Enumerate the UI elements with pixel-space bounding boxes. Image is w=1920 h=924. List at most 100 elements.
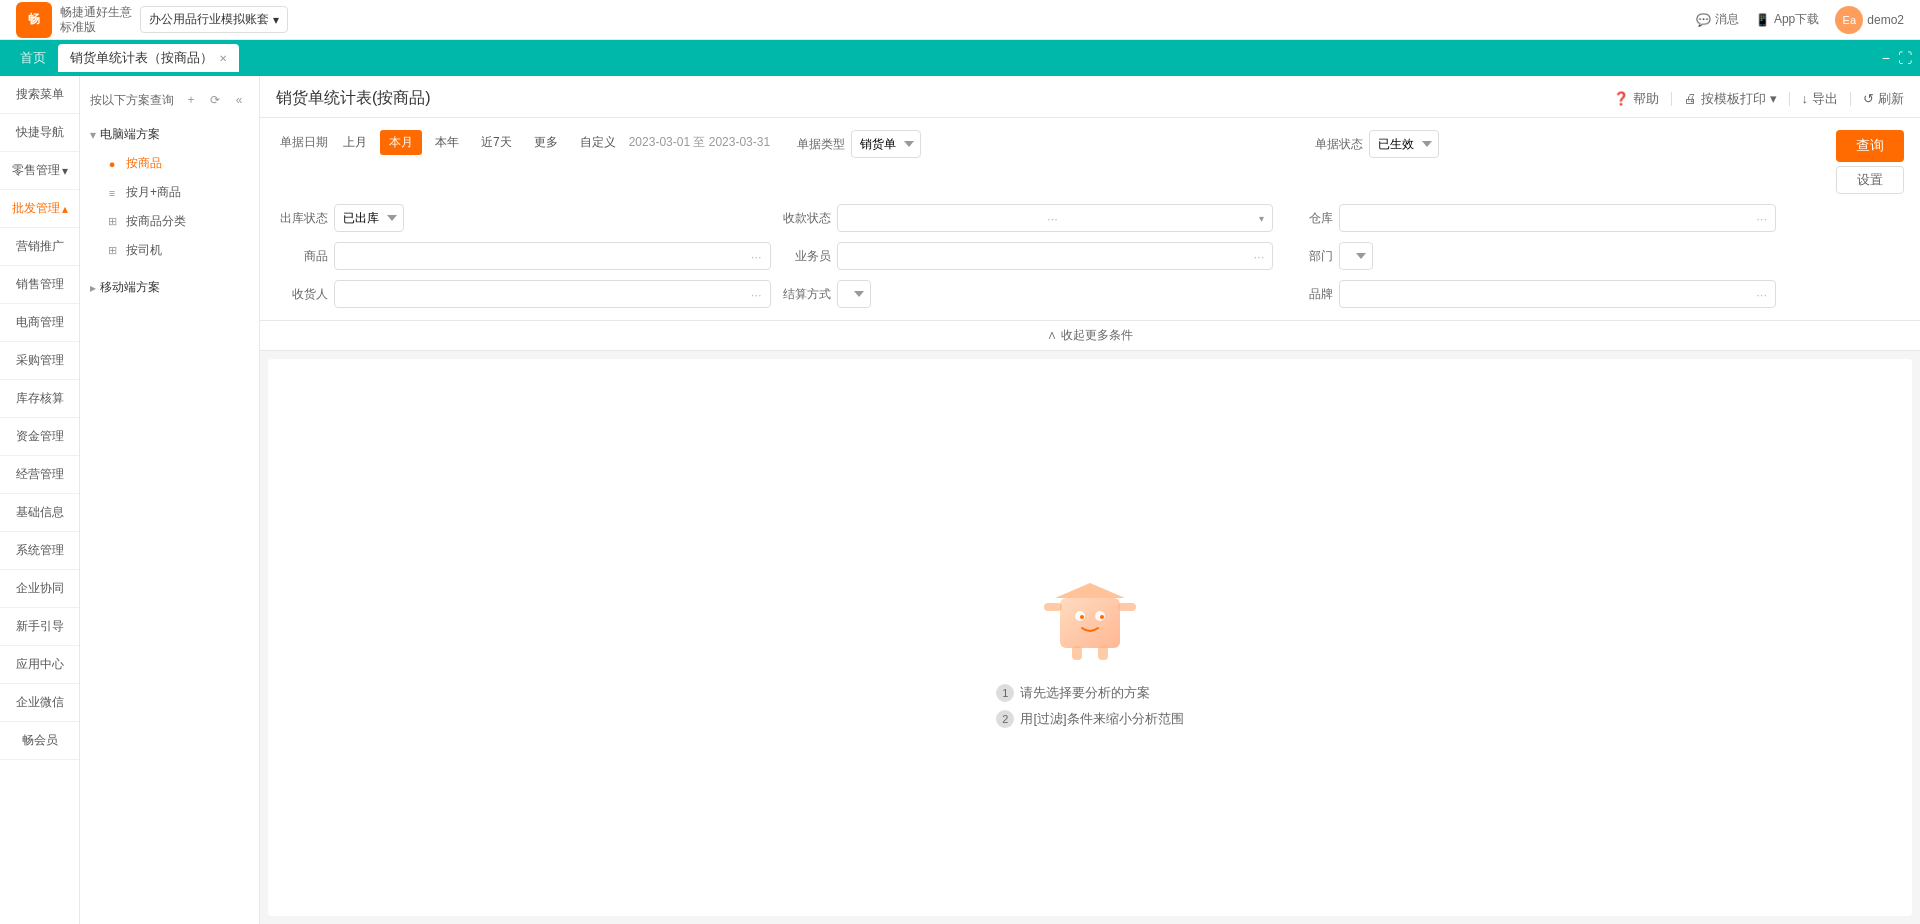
- sidebar-item-inventory[interactable]: 库存核算: [0, 380, 79, 418]
- mobile-group-header[interactable]: ▸ 移动端方案: [80, 273, 259, 302]
- doc-type-select[interactable]: 销货单: [851, 130, 921, 158]
- this-year-btn[interactable]: 本年: [426, 130, 468, 155]
- receipt-status-arrow: ▾: [1259, 213, 1264, 224]
- svg-rect-8: [1118, 603, 1136, 611]
- help-icon: ❓: [1613, 91, 1629, 106]
- left-panel: 按以下方案查询 + ⟳ « ▾ 电脑端方案 ● 按商品: [80, 76, 260, 924]
- scheme-item-by-category[interactable]: ⊞ 按商品分类: [80, 207, 259, 236]
- collapse-more-conditions[interactable]: ∧ 收起更多条件: [260, 321, 1920, 351]
- warehouse-dots[interactable]: ···: [1756, 211, 1767, 226]
- help-button[interactable]: ❓ 帮助: [1613, 90, 1659, 108]
- doc-status-select[interactable]: 已生效: [1369, 130, 1439, 158]
- mobile-group-arrow: ▸: [90, 281, 96, 295]
- tab-close-icon[interactable]: ✕: [219, 53, 227, 64]
- panel-header-actions: + ⟳ «: [181, 90, 249, 110]
- empty-state: 1 请先选择要分析的方案 2 用[过滤]条件来缩小分析范围: [268, 359, 1912, 916]
- sidebar-item-search-menu[interactable]: 搜索菜单: [0, 76, 79, 114]
- sidebar-item-quick-nav[interactable]: 快捷导航: [0, 114, 79, 152]
- refresh-button[interactable]: ↺ 刷新: [1863, 90, 1904, 108]
- desktop-scheme-group: ▾ 电脑端方案 ● 按商品 ≡ 按月+商品 ⊞ 按商品分类 ⊞ 按司机: [80, 116, 259, 269]
- sidebar-item-enterprise[interactable]: 企业协同: [0, 570, 79, 608]
- top-header: 畅 畅捷通好生意 标准版 办公用品行业模拟账套 ▾ 💬 消息 📱 App下载 E…: [0, 0, 1920, 40]
- salesperson-dots[interactable]: ···: [1254, 249, 1265, 264]
- tab-sales-report[interactable]: 销货单统计表（按商品） ✕: [58, 44, 239, 72]
- salesperson-input[interactable]: ···: [837, 242, 1274, 270]
- warehouse-input[interactable]: ···: [1339, 204, 1776, 232]
- refresh-icon: ↺: [1863, 91, 1874, 106]
- desktop-group-header[interactable]: ▾ 电脑端方案: [80, 120, 259, 149]
- svg-rect-0: [1060, 598, 1120, 648]
- hint-num-1: 1: [996, 684, 1014, 702]
- brand-dots[interactable]: ···: [1756, 287, 1767, 302]
- sidebar-item-marketing[interactable]: 营销推广: [0, 228, 79, 266]
- tab-home[interactable]: 首页: [8, 44, 58, 72]
- last-month-btn[interactable]: 上月: [334, 130, 376, 155]
- svg-point-4: [1100, 615, 1104, 619]
- sidebar-item-business[interactable]: 经营管理: [0, 456, 79, 494]
- scheme-item-by-driver[interactable]: ⊞ 按司机: [80, 236, 259, 265]
- sidebar-item-app-center[interactable]: 应用中心: [0, 646, 79, 684]
- sidebar-item-retail-mgmt[interactable]: 零售管理 ▾: [0, 152, 79, 190]
- svg-rect-6: [1098, 646, 1108, 660]
- receipt-status-dots[interactable]: ···: [1047, 211, 1058, 226]
- product-dots[interactable]: ···: [751, 249, 762, 264]
- date-label: 单据日期: [276, 134, 328, 151]
- sidebar-item-sales-mgmt[interactable]: 销售管理: [0, 266, 79, 304]
- query-button[interactable]: 查询: [1836, 130, 1904, 162]
- scheme-item-by-month-product[interactable]: ≡ 按月+商品: [80, 178, 259, 207]
- tab-bar-maximize[interactable]: ⛶: [1898, 50, 1912, 66]
- content-header: 销货单统计表(按商品) ❓ 帮助 🖨 按模板打印 ▾ ↓ 导出: [260, 76, 1920, 118]
- more-btn[interactable]: 更多: [525, 130, 567, 155]
- receiver-input[interactable]: ···: [334, 280, 771, 308]
- by-month-icon: ≡: [104, 185, 120, 201]
- sidebar-item-finance[interactable]: 资金管理: [0, 418, 79, 456]
- refresh-scheme-button[interactable]: ⟳: [205, 90, 225, 110]
- sidebar-item-ecommerce[interactable]: 电商管理: [0, 304, 79, 342]
- query-btn-group: 查询 设置: [1836, 130, 1904, 194]
- divider2: [1789, 92, 1790, 106]
- divider3: [1850, 92, 1851, 106]
- sidebar-item-system[interactable]: 系统管理: [0, 532, 79, 570]
- add-scheme-button[interactable]: +: [181, 90, 201, 110]
- template-print-button[interactable]: 🖨 按模板打印 ▾: [1684, 90, 1777, 108]
- app-download-button[interactable]: 📱 App下载: [1755, 11, 1819, 28]
- out-status-select[interactable]: 已出库: [334, 204, 404, 232]
- empty-hints: 1 请先选择要分析的方案 2 用[过滤]条件来缩小分析范围: [996, 684, 1183, 728]
- department-select[interactable]: [1339, 242, 1373, 270]
- settings-button[interactable]: 设置: [1836, 166, 1904, 194]
- print-icon: 🖨: [1684, 91, 1697, 106]
- last-7days-btn[interactable]: 近7天: [472, 130, 521, 155]
- this-month-btn[interactable]: 本月: [380, 130, 422, 155]
- receiver-dots[interactable]: ···: [751, 287, 762, 302]
- custom-btn[interactable]: 自定义: [571, 130, 625, 155]
- sidebar-item-new-guide[interactable]: 新手引导: [0, 608, 79, 646]
- doc-status-label: 单据状态: [1311, 136, 1363, 153]
- export-button[interactable]: ↓ 导出: [1802, 90, 1839, 108]
- receiver-label: 收货人: [276, 286, 328, 303]
- user-profile[interactable]: Ea demo2: [1835, 6, 1904, 34]
- sidebar-item-member[interactable]: 畅会员: [0, 722, 79, 760]
- payment-method-label: 结算方式: [779, 286, 831, 303]
- tab-bar-minimize[interactable]: −: [1882, 50, 1890, 66]
- sidebar-item-enterprise-wechat[interactable]: 企业微信: [0, 684, 79, 722]
- page-title: 销货单统计表(按商品): [276, 88, 431, 109]
- workspace-selector[interactable]: 办公用品行业模拟账套 ▾: [140, 6, 288, 33]
- out-status-label: 出库状态: [276, 210, 328, 227]
- product-input[interactable]: ···: [334, 242, 771, 270]
- message-button[interactable]: 💬 消息: [1696, 11, 1739, 28]
- brand-input[interactable]: ···: [1339, 280, 1776, 308]
- sidebar-item-wholesale-mgmt[interactable]: 批发管理 ▴: [0, 190, 79, 228]
- brand-name: 畅捷通好生意 标准版: [60, 5, 132, 34]
- sidebar-item-basic-info[interactable]: 基础信息: [0, 494, 79, 532]
- scheme-item-by-product[interactable]: ● 按商品: [80, 149, 259, 178]
- receipt-status-input[interactable]: ··· ▾: [837, 204, 1274, 232]
- collapse-panel-button[interactable]: «: [229, 90, 249, 110]
- sidebar: 搜索菜单 快捷导航 零售管理 ▾ 批发管理 ▴ 营销推广 销售管理 电商管理 采…: [0, 76, 80, 924]
- by-product-icon: ●: [104, 156, 120, 172]
- payment-method-select[interactable]: [837, 280, 871, 308]
- message-icon: 💬: [1696, 13, 1711, 27]
- print-dropdown-icon: ▾: [1770, 91, 1777, 106]
- header-left: 畅 畅捷通好生意 标准版 办公用品行业模拟账套 ▾: [16, 2, 288, 38]
- sidebar-item-purchase-mgmt[interactable]: 采购管理: [0, 342, 79, 380]
- svg-point-3: [1080, 615, 1084, 619]
